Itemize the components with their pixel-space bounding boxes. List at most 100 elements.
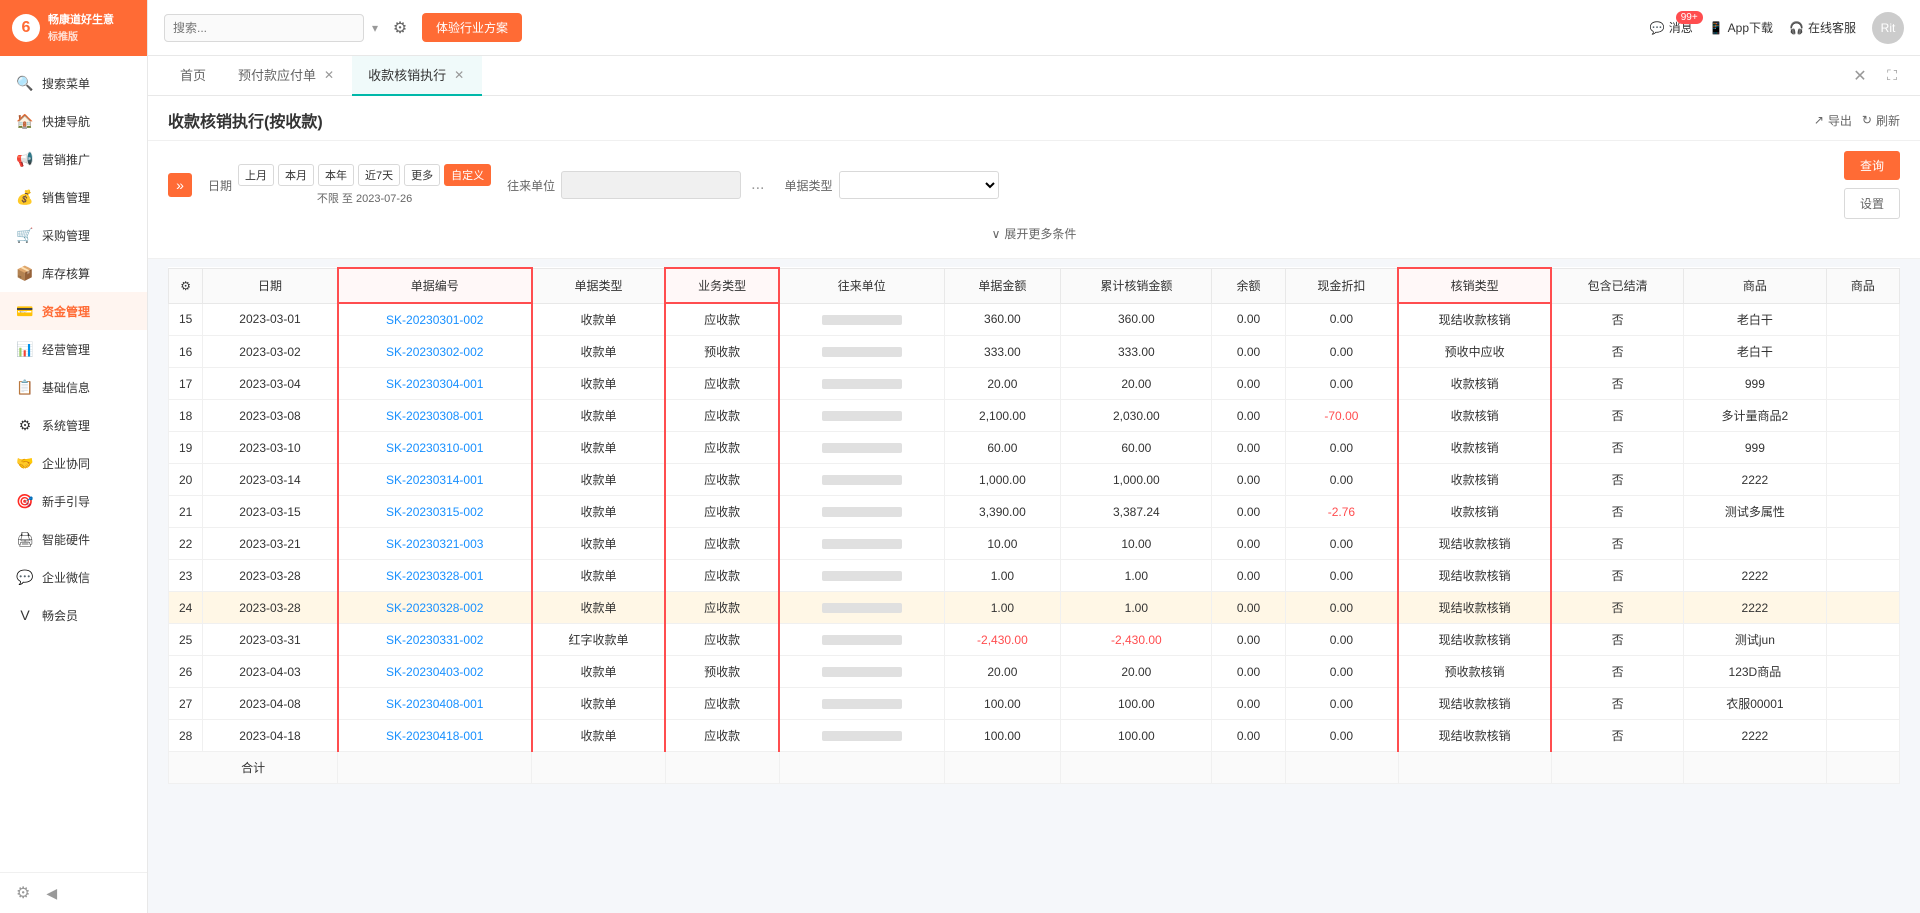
- date-btn-thisyear[interactable]: 本年: [318, 164, 354, 186]
- table-row[interactable]: 15 2023-03-01 SK-20230301-002 收款单 应收款 36…: [169, 303, 1900, 336]
- table-row[interactable]: 17 2023-03-04 SK-20230304-001 收款单 应收款 20…: [169, 368, 1900, 400]
- export-button[interactable]: ↗ 导出: [1814, 112, 1852, 129]
- sidebar-item-finance[interactable]: 💳 资金管理: [0, 292, 147, 330]
- topbar-search-input[interactable]: [164, 14, 364, 42]
- th-date[interactable]: 日期: [203, 268, 338, 303]
- refresh-button[interactable]: ↻ 刷新: [1862, 112, 1900, 129]
- th-partner[interactable]: 往来单位: [779, 268, 944, 303]
- billno-link[interactable]: SK-20230310-001: [386, 441, 483, 455]
- th-writeoff[interactable]: 累计核销金额: [1061, 268, 1212, 303]
- table-row[interactable]: 19 2023-03-10 SK-20230310-001 收款单 应收款 60…: [169, 432, 1900, 464]
- table-row[interactable]: 16 2023-03-02 SK-20230302-002 收款单 预收款 33…: [169, 336, 1900, 368]
- sidebar-item-member[interactable]: V 畅会员: [0, 596, 147, 634]
- tab-writeoff[interactable]: 收款核销执行 ✕: [352, 56, 482, 96]
- billno-link[interactable]: SK-20230304-001: [386, 377, 483, 391]
- table-row[interactable]: 20 2023-03-14 SK-20230314-001 收款单 应收款 1,…: [169, 464, 1900, 496]
- billno-link[interactable]: SK-20230328-002: [386, 601, 483, 615]
- online-service-btn[interactable]: 🎧 在线客服: [1789, 19, 1856, 36]
- cell-cashdisc: 0.00: [1285, 656, 1398, 688]
- th-billno[interactable]: 单据编号: [338, 268, 532, 303]
- sidebar-item-collab[interactable]: 🤝 企业协同: [0, 444, 147, 482]
- th-billtype[interactable]: 单据类型: [532, 268, 665, 303]
- topbar-gear-btn[interactable]: ⚙: [386, 14, 414, 42]
- billno-link[interactable]: SK-20230302-002: [386, 345, 483, 359]
- cell-writetype: 收款核销: [1398, 368, 1551, 400]
- filter-dots[interactable]: ...: [747, 176, 768, 194]
- th-included[interactable]: 包含已结清: [1551, 268, 1684, 303]
- th-balance[interactable]: 余额: [1212, 268, 1285, 303]
- sidebar-item-search[interactable]: 🔍 搜索菜单: [0, 64, 147, 102]
- table-row[interactable]: 21 2023-03-15 SK-20230315-002 收款单 应收款 3,…: [169, 496, 1900, 528]
- user-avatar[interactable]: Rit: [1872, 12, 1904, 44]
- th-goods1[interactable]: 商品: [1684, 268, 1827, 303]
- sidebar-bottom: ⚙ ◀: [0, 872, 147, 913]
- billno-link[interactable]: SK-20230315-002: [386, 505, 483, 519]
- date-btn-more[interactable]: 更多: [404, 164, 440, 186]
- cell-writeoff: 20.00: [1061, 368, 1212, 400]
- sidebar-item-basicinfo[interactable]: 📋 基础信息: [0, 368, 147, 406]
- tab-writeoff-close[interactable]: ✕: [452, 66, 466, 84]
- filter-date-item: 日期 上月 本月 本年 近7天 更多 自定义 不限 至 2023-07-26: [208, 164, 491, 206]
- topbar-dropdown-icon[interactable]: ▾: [372, 21, 378, 35]
- billno-link[interactable]: SK-20230328-001: [386, 569, 483, 583]
- th-writetype[interactable]: 核销类型: [1398, 268, 1551, 303]
- th-goods2[interactable]: 商品: [1826, 268, 1899, 303]
- cell-biztype: 应收款: [665, 400, 779, 432]
- date-btn-7days[interactable]: 近7天: [358, 164, 400, 186]
- billno-link[interactable]: SK-20230321-003: [386, 537, 483, 551]
- th-amount[interactable]: 单据金额: [944, 268, 1061, 303]
- table-row[interactable]: 27 2023-04-08 SK-20230408-001 收款单 应收款 10…: [169, 688, 1900, 720]
- sidebar-item-hardware[interactable]: 🖨 智能硬件: [0, 520, 147, 558]
- sidebar-collapse-icon[interactable]: ◀: [46, 885, 57, 902]
- billno-link[interactable]: SK-20230314-001: [386, 473, 483, 487]
- billno-link[interactable]: SK-20230331-002: [386, 633, 483, 647]
- sidebar-item-purchase[interactable]: 🛒 采购管理: [0, 216, 147, 254]
- tab-prepay[interactable]: 预付款应付单 ✕: [222, 56, 352, 96]
- cell-cashdisc: 0.00: [1285, 592, 1398, 624]
- query-button[interactable]: 查询: [1844, 151, 1900, 180]
- tab-close-all-btn[interactable]: ✕: [1848, 64, 1872, 88]
- sidebar-item-sales[interactable]: 💰 销售管理: [0, 178, 147, 216]
- sidebar-item-weixin[interactable]: 💬 企业微信: [0, 558, 147, 596]
- date-btn-custom[interactable]: 自定义: [444, 164, 491, 186]
- billno-link[interactable]: SK-20230403-002: [386, 665, 483, 679]
- tab-maximize-btn[interactable]: ⛶: [1880, 64, 1904, 88]
- partner-input[interactable]: [561, 171, 741, 199]
- table-row[interactable]: 25 2023-03-31 SK-20230331-002 红字收款单 应收款 …: [169, 624, 1900, 656]
- billno-link[interactable]: SK-20230308-001: [386, 409, 483, 423]
- table-row[interactable]: 24 2023-03-28 SK-20230328-002 收款单 应收款 1.…: [169, 592, 1900, 624]
- billno-link[interactable]: SK-20230301-002: [386, 313, 483, 327]
- tab-home[interactable]: 首页: [164, 56, 222, 96]
- filter-expand-btn[interactable]: ∨ 展开更多条件: [168, 219, 1900, 248]
- cell-writetype: 现结收款核销: [1398, 720, 1551, 752]
- cell-partner: [779, 400, 944, 432]
- table-row[interactable]: 28 2023-04-18 SK-20230418-001 收款单 应收款 10…: [169, 720, 1900, 752]
- sidebar-item-guide[interactable]: 🎯 新手引导: [0, 482, 147, 520]
- billno-link[interactable]: SK-20230418-001: [386, 729, 483, 743]
- app-download-btn[interactable]: 📱 App下载: [1709, 19, 1773, 36]
- date-btn-lastmonth[interactable]: 上月: [238, 164, 274, 186]
- sidebar-item-system[interactable]: ⚙ 系统管理: [0, 406, 147, 444]
- solution-button[interactable]: 体验行业方案: [422, 13, 522, 42]
- th-gear[interactable]: ⚙: [169, 268, 203, 303]
- table-row[interactable]: 22 2023-03-21 SK-20230321-003 收款单 应收款 10…: [169, 528, 1900, 560]
- message-btn[interactable]: 💬 消息 99+: [1650, 19, 1693, 36]
- th-biztype[interactable]: 业务类型: [665, 268, 779, 303]
- sidebar-item-quicknav[interactable]: 🏠 快捷导航: [0, 102, 147, 140]
- sidebar-item-operations[interactable]: 📊 经营管理: [0, 330, 147, 368]
- table-row[interactable]: 26 2023-04-03 SK-20230403-002 收款单 预收款 20…: [169, 656, 1900, 688]
- cell-date: 2023-03-10: [203, 432, 338, 464]
- table-row[interactable]: 23 2023-03-28 SK-20230328-001 收款单 应收款 1.…: [169, 560, 1900, 592]
- setting-button[interactable]: 设置: [1844, 188, 1900, 219]
- sidebar-settings-icon[interactable]: ⚙: [16, 883, 30, 903]
- bill-type-select[interactable]: [839, 171, 999, 199]
- tab-prepay-close[interactable]: ✕: [322, 66, 336, 84]
- sidebar-item-inventory[interactable]: 📦 库存核算: [0, 254, 147, 292]
- sidebar-item-marketing[interactable]: 📢 营销推广: [0, 140, 147, 178]
- filter-toggle-btn[interactable]: »: [168, 173, 192, 197]
- table-row[interactable]: 18 2023-03-08 SK-20230308-001 收款单 应收款 2,…: [169, 400, 1900, 432]
- billno-link[interactable]: SK-20230408-001: [386, 697, 483, 711]
- date-btn-thismonth[interactable]: 本月: [278, 164, 314, 186]
- th-cashdisc[interactable]: 现金折扣: [1285, 268, 1398, 303]
- cell-amount: 1.00: [944, 592, 1061, 624]
